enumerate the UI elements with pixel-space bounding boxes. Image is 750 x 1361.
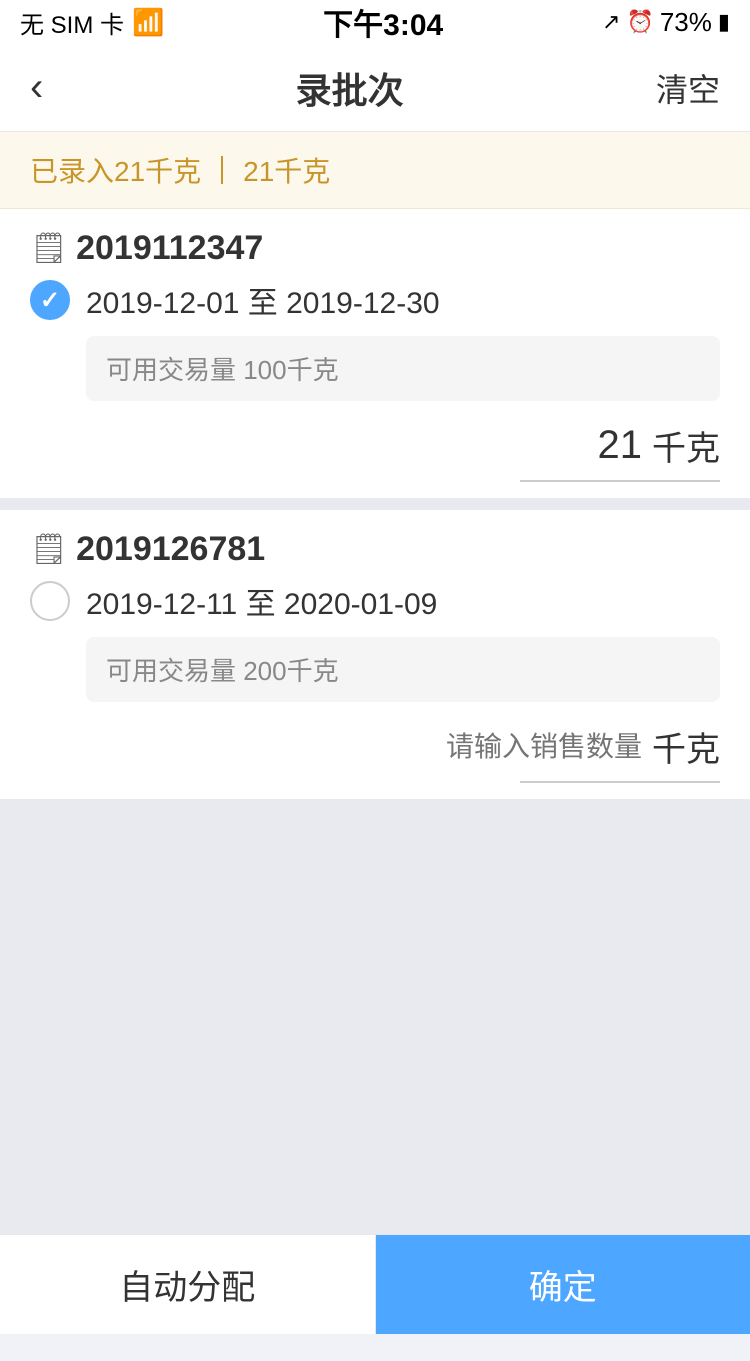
empty-space <box>0 811 750 1261</box>
page-title: 录批次 <box>296 62 404 114</box>
batch-1-underline <box>520 480 720 482</box>
batch-2-underline <box>520 781 720 783</box>
batch-2-date: 2019-12-11 至 2020-01-09 <box>86 579 437 623</box>
batch-1-id: 2019112347 <box>76 229 263 268</box>
status-time: 下午3:04 <box>323 0 443 44</box>
batch-2-icon: 🗒 <box>30 532 68 567</box>
clear-button[interactable]: 清空 <box>656 65 720 111</box>
total-amount: 21千克 <box>243 150 330 190</box>
section-divider-1 <box>0 498 750 510</box>
batch-2-radio[interactable] <box>30 581 70 621</box>
location-icon: ↗ <box>602 9 620 35</box>
battery-text: 73% <box>660 7 712 38</box>
wifi-icon: 📶 <box>132 7 164 38</box>
banner-divider <box>221 156 223 184</box>
status-bar: 无 SIM 卡 📶 下午3:04 ↗ ⏰ 73% ▮ <box>0 0 750 44</box>
batch-1-icon: 🗒 <box>30 231 68 266</box>
back-button[interactable]: ‹ <box>30 65 43 110</box>
batch-2-amount-row: 千克 <box>0 702 750 781</box>
batch-1-date: 2019-12-01 至 2019-12-30 <box>86 278 440 322</box>
batch-1-unit: 千克 <box>652 421 720 470</box>
batch-1-amount-section: 千克 <box>0 401 750 498</box>
status-right: ↗ ⏰ 73% ▮ <box>602 7 730 38</box>
auto-distribute-button[interactable]: 自动分配 <box>0 1235 376 1334</box>
batch-1-header: 🗒 2019112347 <box>30 229 720 268</box>
batch-2-header: 🗒 2019126781 <box>30 530 720 569</box>
status-left: 无 SIM 卡 📶 <box>20 5 164 40</box>
sim-text: 无 SIM 卡 <box>20 5 124 40</box>
nav-bar: ‹ 录批次 清空 <box>0 44 750 132</box>
batch-2-id: 2019126781 <box>76 530 265 569</box>
batch-2-date-row[interactable]: 2019-12-11 至 2020-01-09 <box>30 579 720 623</box>
section-divider-2 <box>0 799 750 811</box>
batch-2-amount-input[interactable] <box>342 731 642 763</box>
batch-2-qty: 可用交易量 200千克 <box>86 637 720 702</box>
bottom-bar: 自动分配 确定 <box>0 1234 750 1334</box>
batch-1-radio[interactable] <box>30 280 70 320</box>
confirm-button[interactable]: 确定 <box>376 1235 750 1334</box>
batch-2-amount-section: 千克 <box>0 702 750 799</box>
battery-icon: ▮ <box>718 9 730 35</box>
batch-1-date-row[interactable]: 2019-12-01 至 2019-12-30 <box>30 278 720 322</box>
batch-1-qty: 可用交易量 100千克 <box>86 336 720 401</box>
recorded-amount: 已录入21千克 <box>30 150 201 190</box>
batch-1-amount-input[interactable] <box>522 423 642 468</box>
alarm-icon: ⏰ <box>626 9 653 35</box>
batch-item-2: 🗒 2019126781 2019-12-11 至 2020-01-09 可用交… <box>0 510 750 702</box>
batch-1-amount-row: 千克 <box>0 401 750 480</box>
batch-2-unit: 千克 <box>652 722 720 771</box>
batch-item-1: 🗒 2019112347 2019-12-01 至 2019-12-30 可用交… <box>0 209 750 401</box>
info-banner: 已录入21千克 21千克 <box>0 132 750 209</box>
